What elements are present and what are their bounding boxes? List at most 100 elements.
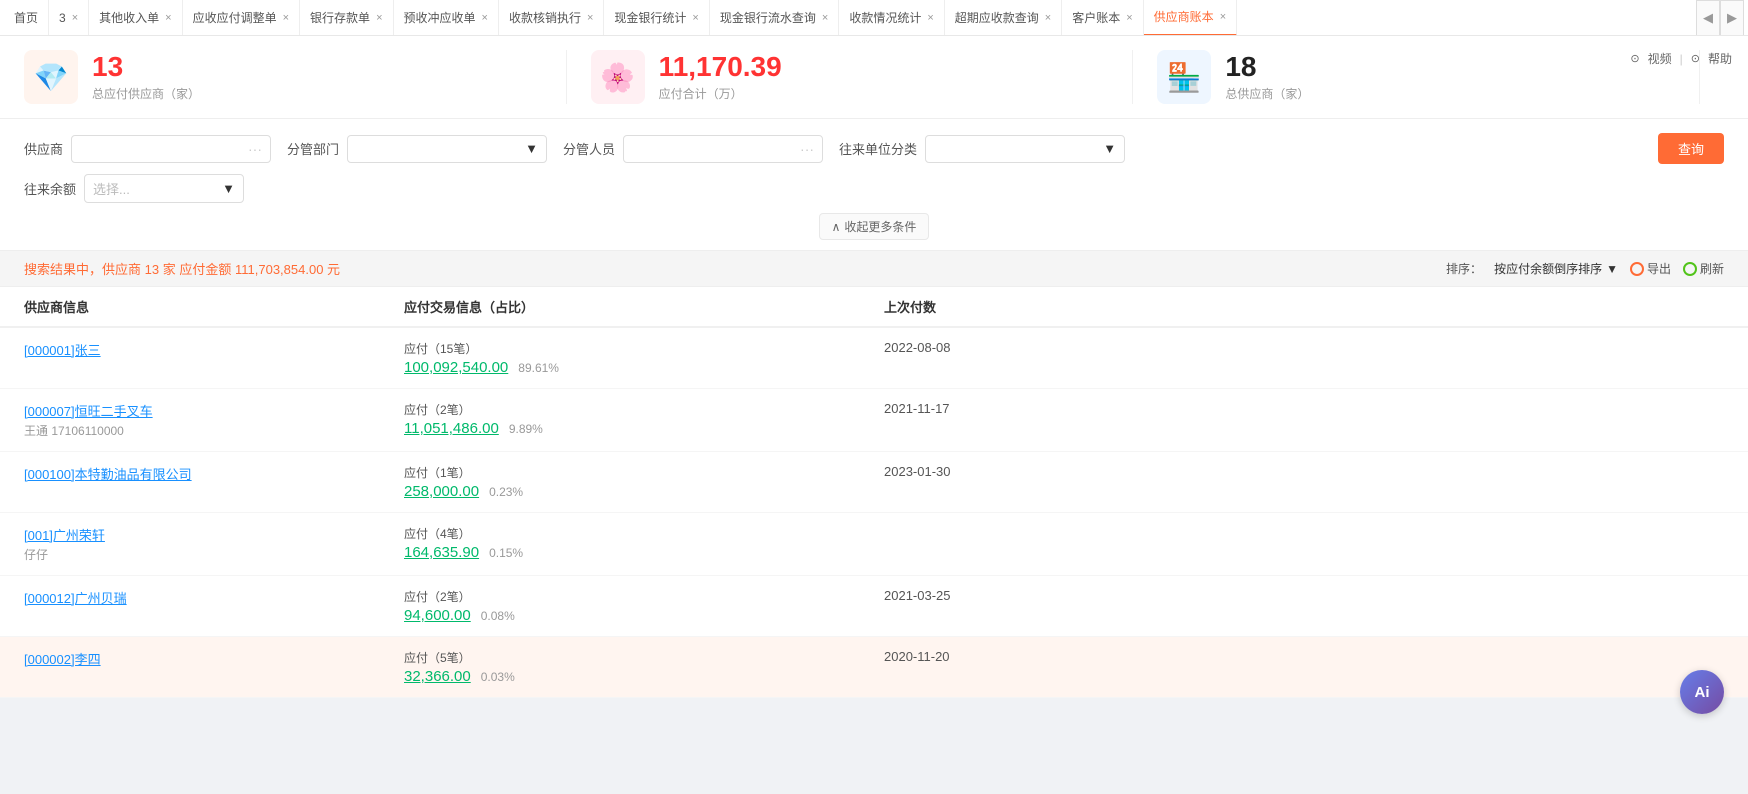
payable-suppliers-number: 13 [92,52,200,83]
trans-amount-1[interactable]: 11,051,486.00 [404,420,499,437]
export-button[interactable]: 导出 [1630,260,1671,277]
close-tab-collect-stat[interactable]: × [927,12,933,24]
result-supplier-count: 13 [145,262,159,277]
sort-label: 排序： [1446,260,1482,277]
close-tab-overdue-query[interactable]: × [1045,12,1051,24]
trans-label-2: 应付（1笔） [404,464,884,481]
payable-suppliers-label: 总应付供应商（家） [92,85,200,102]
category-filter: 往来单位分类 ▼ [839,135,1125,163]
supplier-filter: 供应商 ··· [24,135,271,163]
supplier-link-5[interactable]: [000002]李四 [24,652,101,667]
collapse-button[interactable]: ∧ 收起更多条件 [819,213,930,240]
refresh-label: 刷新 [1700,260,1724,277]
close-tab-advance-collect[interactable]: × [482,12,488,24]
dept-select[interactable]: ▼ [347,135,547,163]
supplier-cell-0: [000001]张三 [24,340,404,359]
table-row: [000007]恒旺二手叉车王通 17106110000应付（2笔） 11,051… [0,389,1748,452]
nav-tab-overdue-query[interactable]: 超期应收款查询× [945,0,1062,36]
sort-arrow-icon: ▼ [1606,262,1618,276]
nav-tab-customer-account[interactable]: 客户账本× [1062,0,1143,36]
supplier-link-4[interactable]: [000012]广州贝瑞 [24,591,127,606]
person-dots-icon: ··· [800,141,814,157]
last-pay-value-5: 2020-11-20 [884,649,950,664]
close-tab-cash-bank-stat[interactable]: × [692,12,698,24]
category-select[interactable]: ▼ [925,135,1125,163]
last-pay-cell-1: 2021-11-17 [884,401,1724,416]
result-amount: 111,703,854.00 [235,262,323,277]
nav-tab-tab3[interactable]: 3× [49,0,89,36]
trans-pct-2: 0.23% [489,485,523,499]
close-tab-other-income[interactable]: × [165,12,171,24]
nav-tab-bank-deposit[interactable]: 银行存款单× [300,0,393,36]
th-last-pay: 上次付数 [884,297,1724,316]
refresh-button[interactable]: 刷新 [1683,260,1724,277]
last-pay-value-0: 2022-08-08 [884,340,951,355]
supplier-link-3[interactable]: [001]广州荣轩 [24,528,105,543]
nav-arrow-left[interactable]: ◀ [1696,0,1720,36]
person-input[interactable]: ··· [623,135,823,163]
balance-arrow-icon: ▼ [222,181,235,196]
close-tab-customer-account[interactable]: × [1126,12,1132,24]
trans-amount-4[interactable]: 94,600.00 [404,607,471,624]
nav-tab-advance-collect[interactable]: 预收冲应收单× [394,0,499,36]
last-pay-cell-4: 2021-03-25 [884,588,1724,603]
nav-tab-ap-adjust[interactable]: 应收应付调整单× [183,0,300,36]
balance-filter-label: 往来余额 [24,179,76,198]
video-link[interactable]: 视频 [1648,50,1672,67]
payable-total-number: 11,170.39 [659,52,782,83]
category-arrow-icon: ▼ [1103,141,1116,156]
supplier-cell-1: [000007]恒旺二手叉车王通 17106110000 [24,401,404,439]
trans-amount-5[interactable]: 32,366.00 [404,668,471,685]
nav-tab-home[interactable]: 首页 [4,0,49,36]
close-tab-cash-bank-flow[interactable]: × [822,12,828,24]
close-tab-ap-adjust[interactable]: × [283,12,289,24]
last-pay-value-2: 2023-01-30 [884,464,951,479]
supplier-sub-1: 王通 17106110000 [24,422,404,439]
trans-label-1: 应付（2笔） [404,401,884,418]
sort-select[interactable]: 按应付余额倒序排序 ▼ [1494,260,1618,277]
supplier-dots-icon: ··· [248,141,262,157]
trans-amount-2[interactable]: 258,000.00 [404,483,479,500]
data-table: 供应商信息 应付交易信息（占比） 上次付数 [000001]张三应付（15笔）1… [0,287,1748,698]
close-tab-collect-verify[interactable]: × [587,12,593,24]
table-row: [000001]张三应付（15笔）100,092,540.0089.61%202… [0,328,1748,389]
supplier-cell-3: [001]广州荣轩仔仔 [24,525,404,563]
person-filter-label: 分管人员 [563,139,615,158]
balance-select[interactable]: 选择... ▼ [84,174,244,203]
result-prefix: 搜索结果中，供应商 [24,262,141,277]
export-icon [1630,262,1644,276]
nav-tab-other-income[interactable]: 其他收入单× [89,0,182,36]
supplier-link-0[interactable]: [000001]张三 [24,343,101,358]
trans-pct-4: 0.08% [481,609,515,623]
trans-amount-3[interactable]: 164,635.90 [404,544,479,561]
supplier-link-2[interactable]: [000100]本特勤油品有限公司 [24,467,192,482]
search-button[interactable]: 查询 [1658,133,1724,164]
transaction-cell-3: 应付（4笔）164,635.900.15% [404,525,884,561]
supplier-input[interactable]: ··· [71,135,271,163]
nav-tab-cash-bank-flow[interactable]: 现金银行流水查询× [710,0,839,36]
help-link[interactable]: 帮助 [1708,50,1732,67]
nav-tab-supplier-account[interactable]: 供应商账本× [1144,0,1237,36]
nav-tab-cash-bank-stat[interactable]: 现金银行统计× [604,0,709,36]
store-icon: 🏪 [1157,50,1211,104]
dept-filter: 分管部门 ▼ [287,135,547,163]
supplier-cell-4: [000012]广州贝瑞 [24,588,404,607]
trans-amount-0[interactable]: 100,092,540.00 [404,359,508,376]
nav-tab-collect-verify[interactable]: 收款核销执行× [499,0,604,36]
payable-total-label: 应付合计（万） [659,85,782,102]
nav-arrow-right[interactable]: ▶ [1720,0,1744,36]
transaction-cell-0: 应付（15笔）100,092,540.0089.61% [404,340,884,376]
result-suffix1: 家 应付金额 [163,262,232,277]
th-transaction: 应付交易信息（占比） [404,297,884,316]
close-tab-supplier-account[interactable]: × [1220,11,1226,23]
supplier-link-1[interactable]: [000007]恒旺二手叉车 [24,404,153,419]
close-tab-tab3[interactable]: × [72,12,78,24]
trans-pct-0: 89.61% [518,361,559,375]
result-suffix2: 元 [327,262,340,277]
nav-tab-collect-stat[interactable]: 收款情况统计× [839,0,944,36]
payable-icon: 🌸 [591,50,645,104]
close-tab-bank-deposit[interactable]: × [376,12,382,24]
transaction-cell-4: 应付（2笔）94,600.000.08% [404,588,884,624]
dept-arrow-icon: ▼ [525,141,538,156]
ai-assistant-button[interactable]: Ai [1680,670,1724,714]
